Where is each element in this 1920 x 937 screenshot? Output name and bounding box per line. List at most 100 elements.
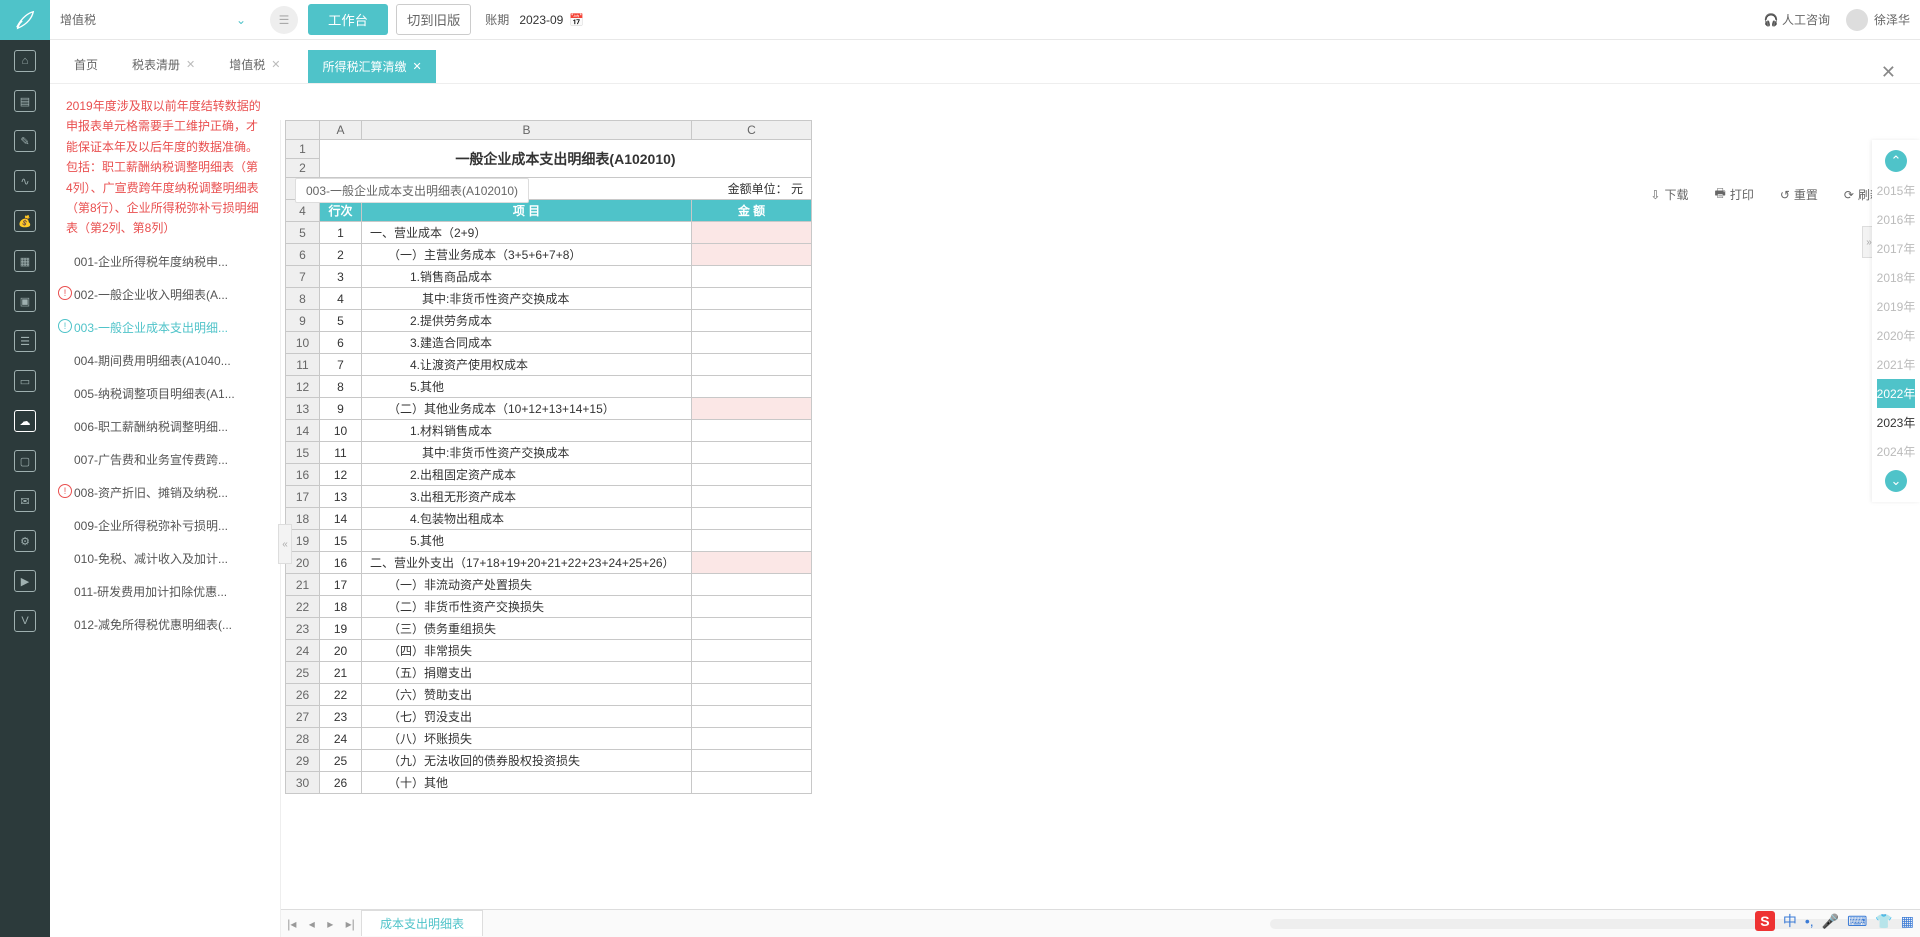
app-logo[interactable] xyxy=(0,0,50,40)
row-header[interactable]: 17 xyxy=(286,486,320,508)
nav-inbox-icon[interactable]: ✉ xyxy=(14,490,36,512)
cell-seq[interactable]: 2 xyxy=(320,244,362,266)
cell-seq[interactable]: 3 xyxy=(320,266,362,288)
cell-item[interactable]: 其中:非货币性资产交换成本 xyxy=(362,442,692,464)
cell-item[interactable]: （六）赞助支出 xyxy=(362,684,692,706)
close-icon[interactable]: ✕ xyxy=(413,60,422,73)
nav-v-icon[interactable]: V xyxy=(14,610,36,632)
row-header[interactable]: 5 xyxy=(286,222,320,244)
nav-bank-icon[interactable]: ▭ xyxy=(14,370,36,392)
cell-seq[interactable]: 20 xyxy=(320,640,362,662)
nav-home-icon[interactable]: ⌂ xyxy=(14,50,36,72)
cell-amount[interactable] xyxy=(692,552,812,574)
year-scroll-up-icon[interactable]: ⌃ xyxy=(1885,150,1907,172)
cell-item[interactable]: 3.出租无形资产成本 xyxy=(362,486,692,508)
row-header[interactable]: 27 xyxy=(286,706,320,728)
cell-item[interactable]: 2.提供劳务成本 xyxy=(362,310,692,332)
year-option[interactable]: 2022年 xyxy=(1877,379,1916,408)
cell-seq[interactable]: 7 xyxy=(320,354,362,376)
cell-item[interactable]: 4.让渡资产使用权成本 xyxy=(362,354,692,376)
cell-item[interactable]: 2.出租固定资产成本 xyxy=(362,464,692,486)
row-header[interactable]: 13 xyxy=(286,398,320,420)
nav-assets-icon[interactable]: 💰 xyxy=(14,210,36,232)
cell-amount[interactable] xyxy=(692,288,812,310)
cell-seq[interactable]: 26 xyxy=(320,772,362,794)
cell-amount[interactable] xyxy=(692,420,812,442)
form-item-002[interactable]: 002-一般企业收入明细表(A... xyxy=(50,278,280,311)
cell-seq[interactable]: 18 xyxy=(320,596,362,618)
form-item-009[interactable]: 009-企业所得税弥补亏损明... xyxy=(50,509,280,542)
spreadsheet[interactable]: A B C 1一般企业成本支出明细表(A102010) 2 3 金额单位： 元 … xyxy=(285,120,812,794)
cell-amount[interactable] xyxy=(692,508,812,530)
nav-report-icon[interactable]: ✎ xyxy=(14,130,36,152)
year-option[interactable]: 2020年 xyxy=(1877,321,1916,350)
row-header[interactable]: 8 xyxy=(286,288,320,310)
cell-amount[interactable] xyxy=(692,486,812,508)
cell-item[interactable]: （十）其他 xyxy=(362,772,692,794)
corner-cell[interactable] xyxy=(286,121,320,140)
row-header[interactable]: 2 xyxy=(286,159,320,178)
cell-item[interactable]: （一）非流动资产处置损失 xyxy=(362,574,692,596)
year-option[interactable]: 2018年 xyxy=(1877,263,1916,292)
cell-amount[interactable] xyxy=(692,464,812,486)
nav-doc-icon[interactable]: ▦ xyxy=(14,250,36,272)
cell-amount[interactable] xyxy=(692,310,812,332)
cell-amount[interactable] xyxy=(692,706,812,728)
row-header[interactable]: 24 xyxy=(286,640,320,662)
year-option[interactable]: 2019年 xyxy=(1877,292,1916,321)
row-header[interactable]: 22 xyxy=(286,596,320,618)
form-item-003[interactable]: 003-一般企业成本支出明细... xyxy=(50,311,280,344)
ime-keyboard-icon[interactable]: ⌨ xyxy=(1847,913,1867,930)
cell-amount[interactable] xyxy=(692,244,812,266)
row-header[interactable]: 14 xyxy=(286,420,320,442)
row-header[interactable]: 16 xyxy=(286,464,320,486)
cell-seq[interactable]: 6 xyxy=(320,332,362,354)
cell-seq[interactable]: 21 xyxy=(320,662,362,684)
cell-seq[interactable]: 9 xyxy=(320,398,362,420)
cell-item[interactable]: （二）非货币性资产交换损失 xyxy=(362,596,692,618)
row-header[interactable]: 15 xyxy=(286,442,320,464)
cell-item[interactable]: 一、营业成本（2+9） xyxy=(362,222,692,244)
year-scroll-down-icon[interactable]: ⌄ xyxy=(1885,470,1907,492)
close-icon[interactable]: ✕ xyxy=(186,58,195,71)
support-link[interactable]: 🎧 人工咨询 xyxy=(1764,11,1830,28)
row-header[interactable]: 23 xyxy=(286,618,320,640)
year-option[interactable]: 2015年 xyxy=(1877,176,1916,205)
ime-punct-icon[interactable]: •, xyxy=(1805,913,1814,929)
sheet-nav-last-icon[interactable]: ▸| xyxy=(346,917,355,931)
collapse-sidebar-handle[interactable]: « xyxy=(278,524,292,564)
row-header[interactable]: 9 xyxy=(286,310,320,332)
row-header[interactable]: 10 xyxy=(286,332,320,354)
cell-amount[interactable] xyxy=(692,376,812,398)
switch-old-button[interactable]: 切到旧版 xyxy=(396,4,471,35)
cell-seq[interactable]: 10 xyxy=(320,420,362,442)
cell-amount[interactable] xyxy=(692,750,812,772)
breadcrumb-chip[interactable]: 003-一般企业成本支出明细表(A102010) xyxy=(295,178,529,203)
form-item-001[interactable]: 001-企业所得税年度纳税申... xyxy=(50,245,280,278)
form-item-007[interactable]: 007-广告费和业务宣传费跨... xyxy=(50,443,280,476)
col-header-a[interactable]: A xyxy=(320,121,362,140)
row-header[interactable]: 12 xyxy=(286,376,320,398)
cell-seq[interactable]: 5 xyxy=(320,310,362,332)
cell-amount[interactable] xyxy=(692,772,812,794)
cell-amount[interactable] xyxy=(692,684,812,706)
workbench-button[interactable]: 工作台 xyxy=(308,4,388,35)
cell-seq[interactable]: 19 xyxy=(320,618,362,640)
cell-item[interactable]: （七）罚没支出 xyxy=(362,706,692,728)
cell-amount[interactable] xyxy=(692,332,812,354)
cell-seq[interactable]: 8 xyxy=(320,376,362,398)
year-option[interactable]: 2017年 xyxy=(1877,234,1916,263)
cell-amount[interactable] xyxy=(692,662,812,684)
nav-settings-icon[interactable]: ⚙ xyxy=(14,530,36,552)
cell-amount[interactable] xyxy=(692,574,812,596)
row-header[interactable]: 21 xyxy=(286,574,320,596)
cell-item[interactable]: （五）捐赠支出 xyxy=(362,662,692,684)
cell-item[interactable]: （一）主营业务成本（3+5+6+7+8） xyxy=(362,244,692,266)
col-header-c[interactable]: C xyxy=(692,121,812,140)
nav-archive-icon[interactable]: ▢ xyxy=(14,450,36,472)
cell-item[interactable]: 其中:非货币性资产交换成本 xyxy=(362,288,692,310)
row-header[interactable]: 25 xyxy=(286,662,320,684)
ime-toolbox-icon[interactable]: ▦ xyxy=(1901,913,1914,930)
cell-item[interactable]: 5.其他 xyxy=(362,530,692,552)
form-item-006[interactable]: 006-职工薪酬纳税调整明细... xyxy=(50,410,280,443)
